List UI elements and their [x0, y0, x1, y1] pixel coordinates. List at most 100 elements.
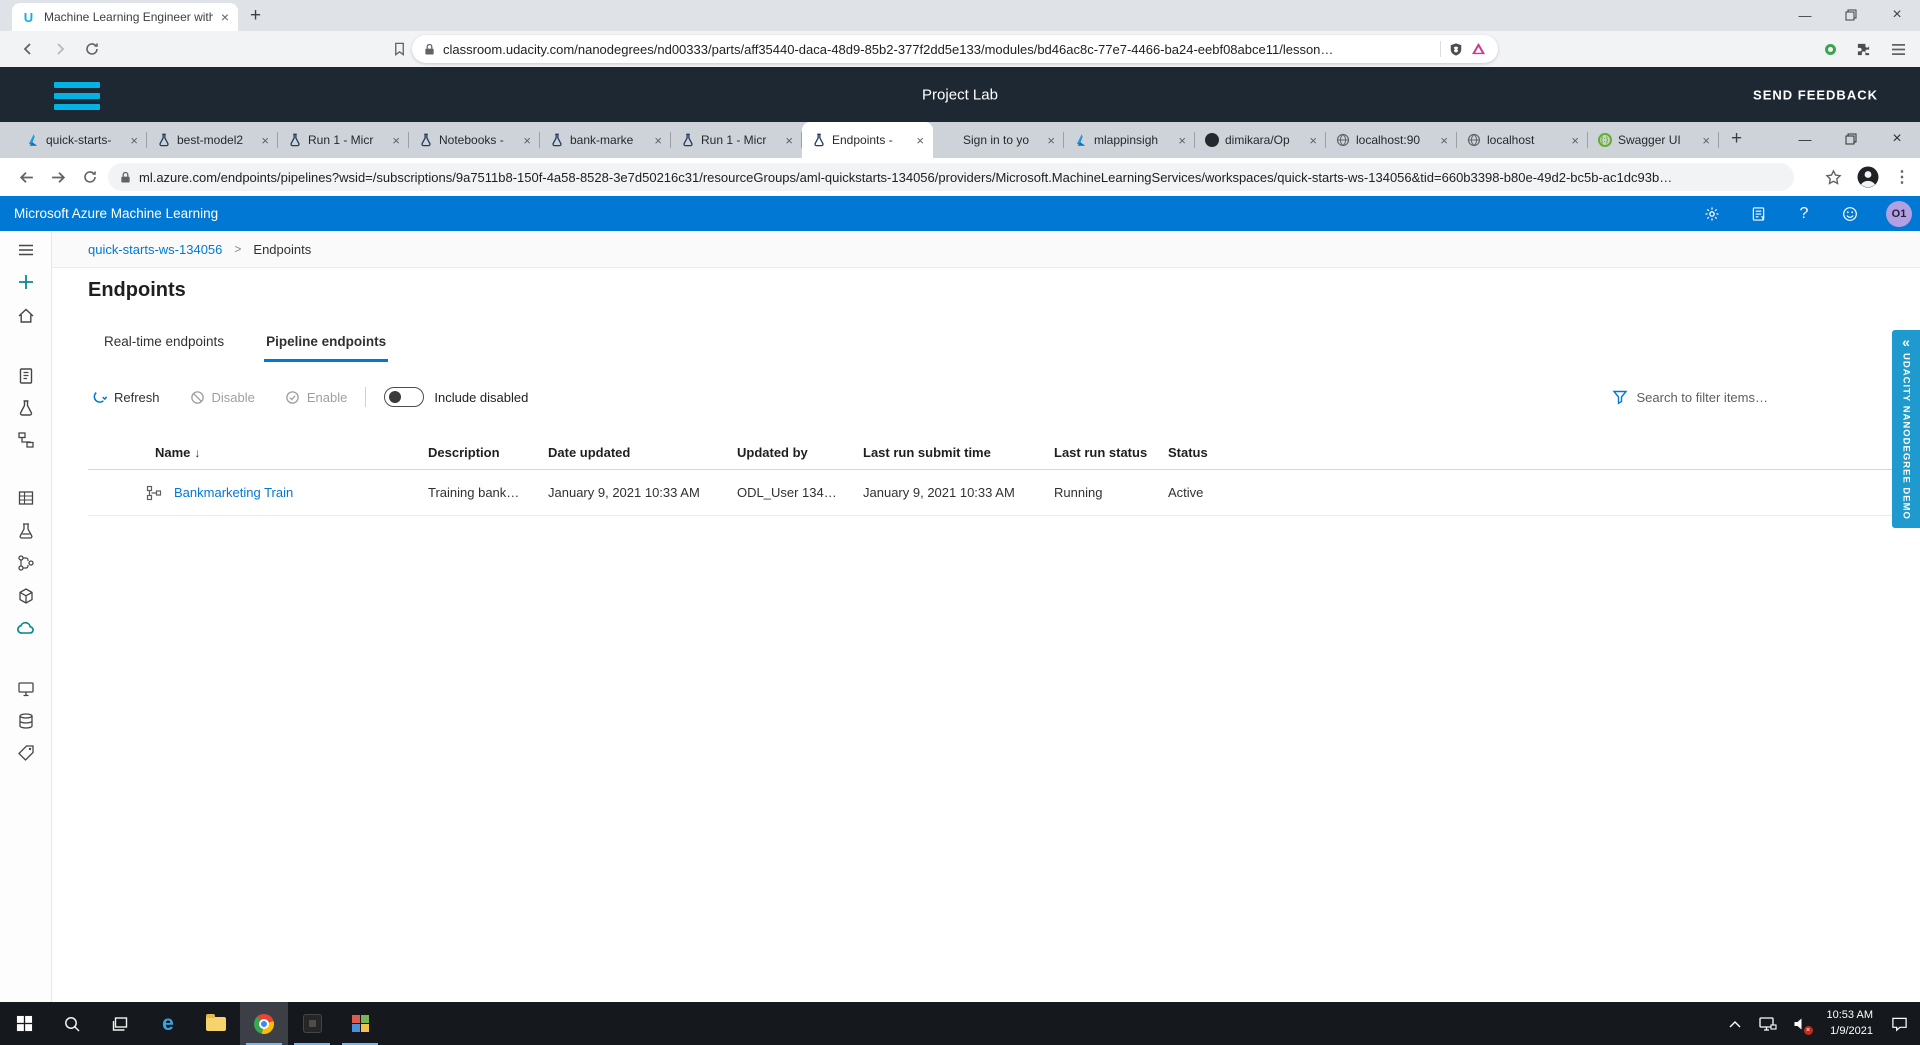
minimize-icon[interactable]: —: [1782, 122, 1828, 156]
bookmark-star-icon[interactable]: [1825, 168, 1842, 186]
send-feedback-button[interactable]: SEND FEEDBACK: [1753, 87, 1878, 102]
show-hidden-icons-chevron[interactable]: [1722, 1002, 1748, 1045]
outer-address-bar[interactable]: classroom.udacity.com/nanodegrees/nd0033…: [412, 35, 1498, 63]
sidebar-pipelines-icon[interactable]: [17, 554, 35, 572]
include-disabled-toggle[interactable]: [384, 387, 425, 407]
vm-tab-mlappinsights[interactable]: mlappinsigh ×: [1064, 122, 1195, 158]
profile-avatar-icon[interactable]: [1856, 165, 1880, 189]
close-icon[interactable]: ×: [1309, 134, 1317, 147]
edge-browser-icon[interactable]: e: [144, 1002, 192, 1045]
colorful-app-icon[interactable]: [336, 1002, 384, 1045]
vm-tab-run1-a[interactable]: Run 1 - Micr ×: [278, 122, 409, 158]
sort-descending-icon[interactable]: ↓: [194, 446, 200, 460]
column-header-updated-by[interactable]: Updated by: [737, 445, 863, 460]
sidebar-new-plus-icon[interactable]: [17, 273, 35, 291]
close-icon[interactable]: ×: [1047, 134, 1055, 147]
bookmark-icon[interactable]: [392, 41, 407, 57]
sidebar-datastores-icon[interactable]: [17, 712, 35, 730]
close-icon[interactable]: ×: [1702, 134, 1710, 147]
action-center-icon[interactable]: [1886, 1002, 1912, 1045]
column-header-date-updated[interactable]: Date updated: [548, 445, 737, 460]
outer-browser-tab[interactable]: U Machine Learning Engineer with ×: [12, 3, 238, 31]
column-header-description[interactable]: Description: [428, 445, 548, 460]
column-header-last-run-status[interactable]: Last run status: [1054, 445, 1168, 460]
close-icon[interactable]: ×: [1874, 0, 1920, 30]
new-tab-button[interactable]: +: [250, 5, 261, 27]
breadcrumb-workspace-link[interactable]: quick-starts-ws-134056: [88, 242, 222, 257]
vm-tab-quick-starts[interactable]: quick-starts- ×: [16, 122, 147, 158]
close-icon[interactable]: ×: [1571, 134, 1579, 147]
user-avatar[interactable]: O1: [1886, 200, 1912, 227]
close-icon[interactable]: ×: [392, 134, 400, 147]
close-icon[interactable]: ×: [523, 134, 531, 147]
brave-shield-icon[interactable]: [1449, 42, 1463, 57]
speaker-muted-icon[interactable]: ×: [1788, 1002, 1814, 1045]
vm-address-bar[interactable]: ml.azure.com/endpoints/pipelines?wsid=/s…: [108, 163, 1794, 191]
new-tab-button[interactable]: +: [1731, 128, 1742, 150]
dark-app-icon[interactable]: [288, 1002, 336, 1045]
brave-rewards-icon[interactable]: [1471, 42, 1486, 56]
lab-menu-icon[interactable]: [54, 82, 100, 110]
vm-tab-localhost-port[interactable]: localhost:90 ×: [1326, 122, 1457, 158]
column-header-name[interactable]: Name ↓: [88, 445, 428, 460]
vm-tab-run1-b[interactable]: Run 1 - Micr ×: [671, 122, 802, 158]
vm-tab-sign-in[interactable]: Sign in to yo ×: [933, 122, 1064, 158]
endpoint-name-link[interactable]: Bankmarketing Train: [174, 485, 293, 500]
sidebar-automl-icon[interactable]: [17, 399, 35, 417]
disable-button[interactable]: Disable: [190, 390, 255, 405]
back-icon[interactable]: [18, 169, 35, 186]
vm-tab-github[interactable]: dimikara/Op ×: [1195, 122, 1326, 158]
close-icon[interactable]: ×: [785, 134, 793, 147]
taskbar-clock[interactable]: 10:53 AM 1/9/2021: [1821, 1008, 1879, 1040]
sidebar-models-icon[interactable]: [17, 587, 35, 605]
sidebar-compute-icon[interactable]: [17, 680, 35, 698]
back-icon[interactable]: [20, 41, 36, 57]
reload-icon[interactable]: [82, 169, 98, 185]
close-icon[interactable]: ×: [261, 134, 269, 147]
help-icon[interactable]: ?: [1794, 205, 1814, 223]
sidebar-notebooks-icon[interactable]: [17, 367, 35, 385]
refresh-button[interactable]: Refresh: [92, 390, 160, 405]
file-explorer-icon[interactable]: [192, 1002, 240, 1045]
close-icon[interactable]: ×: [130, 134, 138, 147]
minimize-icon[interactable]: —: [1782, 0, 1828, 30]
vm-tab-notebooks[interactable]: Notebooks - ×: [409, 122, 540, 158]
vm-tab-localhost[interactable]: localhost ×: [1457, 122, 1588, 158]
forward-icon[interactable]: [52, 41, 68, 57]
settings-gear-icon[interactable]: [1702, 206, 1722, 222]
vm-tab-best-model[interactable]: best-model2 ×: [147, 122, 278, 158]
vm-tab-bank-marke[interactable]: bank-marke ×: [540, 122, 671, 158]
close-icon[interactable]: ×: [916, 134, 924, 147]
close-icon[interactable]: ×: [221, 10, 229, 24]
sidebar-designer-icon[interactable]: [17, 431, 35, 449]
network-display-icon[interactable]: [1755, 1002, 1781, 1045]
sidebar-datasets-icon[interactable]: [17, 489, 35, 507]
task-view-icon[interactable]: [96, 1002, 144, 1045]
vm-tab-endpoints-active[interactable]: Endpoints - ×: [802, 122, 933, 158]
table-row[interactable]: Bankmarketing Train Training bank… Janua…: [88, 470, 1920, 516]
enable-button[interactable]: Enable: [285, 390, 347, 405]
vm-tab-swagger[interactable]: {:} Swagger UI ×: [1588, 122, 1719, 158]
puzzle-extensions-icon[interactable]: [1856, 42, 1871, 57]
sidebar-home-icon[interactable]: [17, 307, 35, 325]
column-header-last-run-submit-time[interactable]: Last run submit time: [863, 445, 1054, 460]
menu-kebab-icon[interactable]: ⋮: [1894, 167, 1910, 187]
filter-search-input[interactable]: Search to filter items…: [1612, 382, 1768, 412]
release-notes-icon[interactable]: [1748, 206, 1768, 222]
sidebar-menu-icon[interactable]: [17, 241, 35, 259]
chrome-browser-icon[interactable]: [240, 1002, 288, 1045]
sidebar-experiments-icon[interactable]: [17, 522, 35, 540]
tab-realtime-endpoints[interactable]: Real-time endpoints: [102, 326, 226, 362]
close-icon[interactable]: ×: [1440, 134, 1448, 147]
menu-icon[interactable]: [1891, 43, 1906, 56]
feedback-smiley-icon[interactable]: [1840, 206, 1860, 222]
forward-icon[interactable]: [50, 169, 67, 186]
sidebar-endpoints-icon[interactable]: [17, 619, 35, 637]
reload-icon[interactable]: [84, 41, 100, 57]
udacity-demo-side-tab[interactable]: « UDACITY NANODEGREE DEMO: [1892, 330, 1920, 528]
close-icon[interactable]: ×: [1874, 122, 1920, 156]
column-header-status[interactable]: Status: [1168, 445, 1920, 460]
tab-pipeline-endpoints[interactable]: Pipeline endpoints: [264, 326, 389, 362]
search-icon[interactable]: [48, 1002, 96, 1045]
start-button[interactable]: [0, 1002, 48, 1045]
